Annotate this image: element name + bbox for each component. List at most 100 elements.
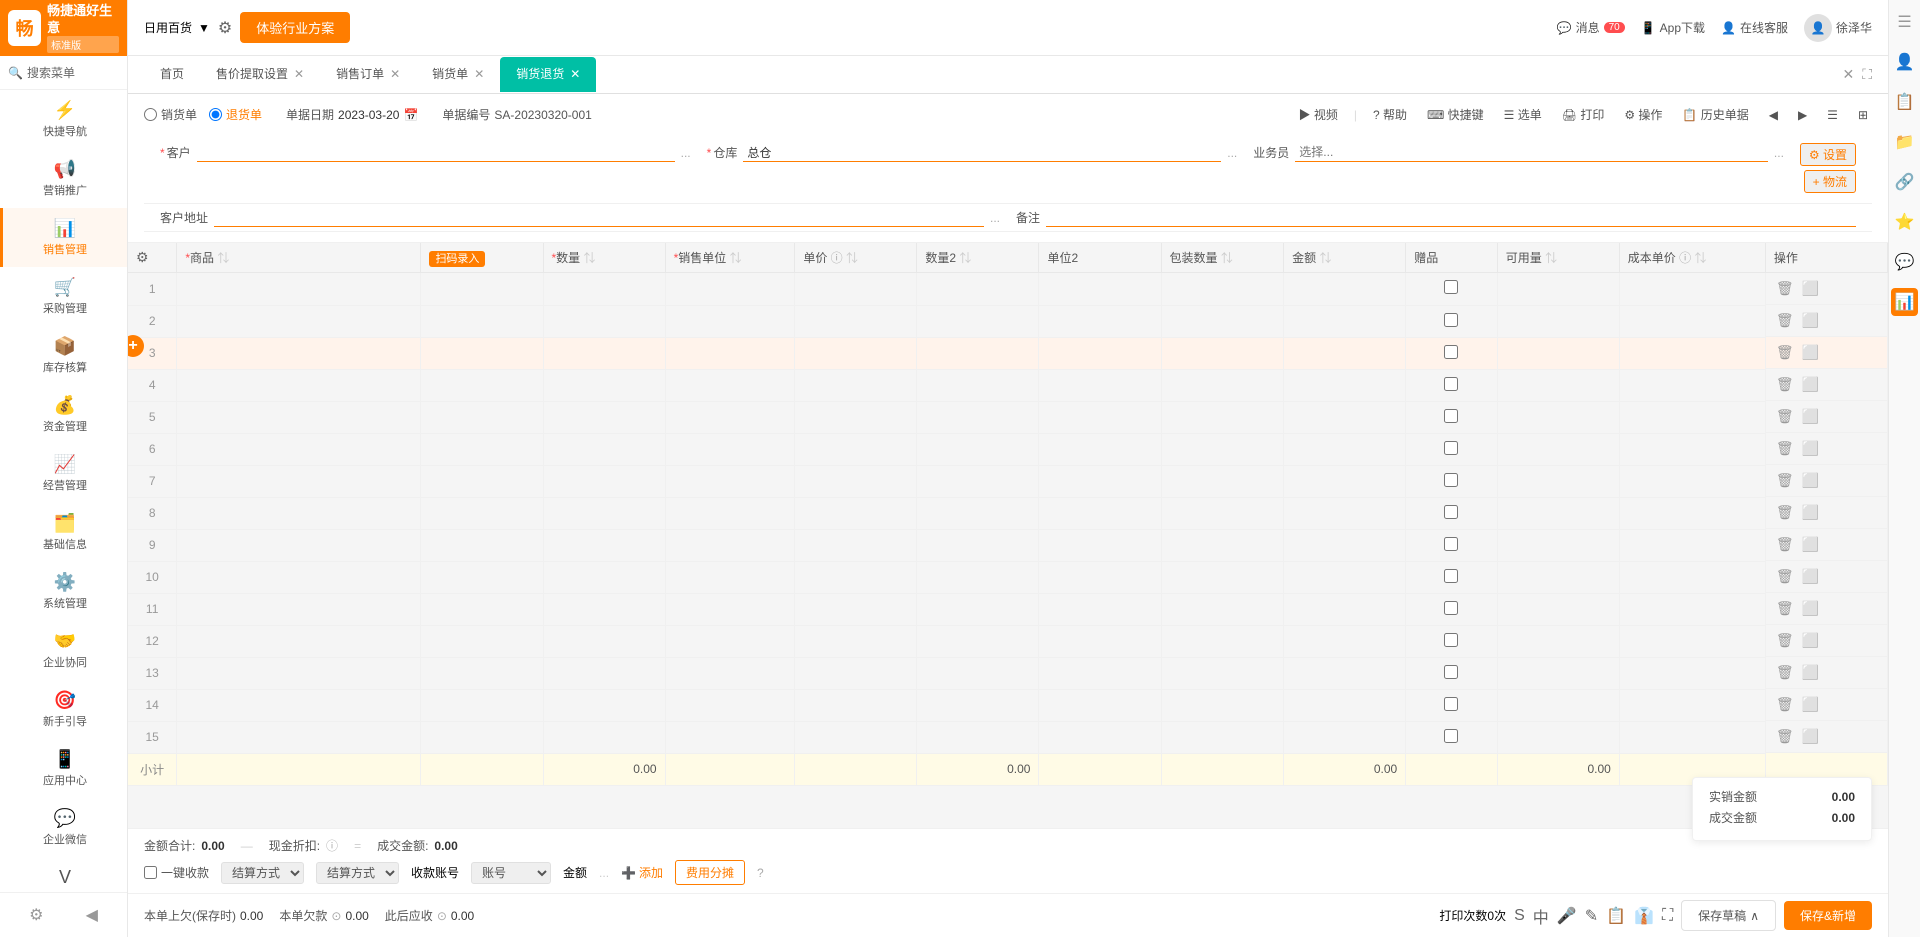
action-select[interactable]: ☰ 选单 [1500,104,1546,125]
warehouse-input[interactable] [743,143,1221,162]
row-price-1[interactable] [795,273,917,306]
row-unit2-5[interactable] [1039,401,1161,433]
row-pkg-2[interactable] [1161,305,1284,337]
row-pkg-7[interactable] [1161,465,1284,497]
tab-price-settings-close[interactable]: ✕ [294,67,304,81]
row-unit-5[interactable] [665,401,795,433]
row-amount-4[interactable] [1284,369,1406,401]
row-unit-12[interactable] [665,625,795,657]
sidebar-collapse-btn[interactable]: ◀ [82,901,102,929]
row-avail-8[interactable] [1497,497,1619,529]
row-avail-7[interactable] [1497,465,1619,497]
row-unit2-11[interactable] [1039,593,1161,625]
row-unit-9[interactable] [665,529,795,561]
doc-settings-btn[interactable]: ⚙ 设置 [1800,143,1856,166]
split-btn[interactable]: 费用分摊 [675,860,745,885]
row-qty2-7[interactable] [917,465,1039,497]
row-amount-15[interactable] [1284,721,1406,753]
row-cost-13[interactable] [1619,657,1765,689]
cost-info-icon[interactable]: ⓘ [1679,251,1691,265]
row-unit-8[interactable] [665,497,795,529]
row-product-8[interactable] [177,497,421,529]
gift-checkbox-2[interactable] [1444,313,1458,327]
gift-checkbox-13[interactable] [1444,665,1458,679]
row-amount-14[interactable] [1284,689,1406,721]
row-gift-12[interactable] [1406,625,1498,657]
tab-home[interactable]: 首页 [144,57,200,92]
col-settings-icon[interactable]: ⚙ [136,249,149,265]
account-select[interactable]: 账号 [471,862,551,884]
row-copy-8[interactable]: ⬜ [1800,502,1821,523]
row-qty-1[interactable] [543,273,665,306]
row-delete-3[interactable]: 🗑 [1774,342,1796,363]
row-unit2-13[interactable] [1039,657,1161,689]
calc-select[interactable]: 结算方式 [316,862,399,884]
row-product-15[interactable] [177,721,421,753]
row-product-5[interactable] [177,401,421,433]
sidebar-item-finance[interactable]: 💰 资金管理 [0,385,127,444]
row-copy-11[interactable]: ⬜ [1800,598,1821,619]
row-pkg-15[interactable] [1161,721,1284,753]
row-qty2-3[interactable] [917,337,1039,369]
sidebar-item-system[interactable]: ⚙️ 系统管理 [0,562,127,621]
row-unit2-6[interactable] [1039,433,1161,465]
toolbar-icon-3[interactable]: 🎤 [1557,906,1577,926]
gift-checkbox-7[interactable] [1444,473,1458,487]
row-pkg-9[interactable] [1161,529,1284,561]
row-avail-15[interactable] [1497,721,1619,753]
row-qty-7[interactable] [543,465,665,497]
row-product-6[interactable] [177,433,421,465]
row-unit2-15[interactable] [1039,721,1161,753]
row-cost-6[interactable] [1619,433,1765,465]
app-download-btn[interactable]: 📱 App下载 [1641,19,1705,36]
nav-next-btn[interactable]: ▶ [1794,106,1811,124]
row-unit-2[interactable] [665,305,795,337]
sidebar-item-shortcuts[interactable]: ⚡ 快捷导航 [0,90,127,149]
row-qty2-12[interactable] [917,625,1039,657]
salesperson-dots[interactable]: ... [1774,146,1784,160]
row-delete-11[interactable]: 🗑 [1774,598,1796,619]
row-delete-9[interactable]: 🗑 [1774,534,1796,555]
row-avail-6[interactable] [1497,433,1619,465]
gift-checkbox-5[interactable] [1444,409,1458,423]
gift-checkbox-1[interactable] [1444,280,1458,294]
row-unit2-8[interactable] [1039,497,1161,529]
row-delete-12[interactable]: 🗑 [1774,630,1796,651]
gift-checkbox-8[interactable] [1444,505,1458,519]
row-cost-9[interactable] [1619,529,1765,561]
row-price-2[interactable] [795,305,917,337]
row-pkg-14[interactable] [1161,689,1284,721]
row-delete-2[interactable]: 🗑 [1774,310,1796,331]
row-product-12[interactable] [177,625,421,657]
row-pkg-12[interactable] [1161,625,1284,657]
message-btn[interactable]: 💬 消息 70 [1557,19,1625,36]
product-input-3[interactable] [185,346,412,360]
row-avail-10[interactable] [1497,561,1619,593]
row-product-4[interactable] [177,369,421,401]
row-cost-14[interactable] [1619,689,1765,721]
row-price-13[interactable] [795,657,917,689]
sidebar-item-member[interactable]: V 畅会员 [0,857,127,892]
row-gift-10[interactable] [1406,561,1498,593]
row-qty2-9[interactable] [917,529,1039,561]
calendar-icon[interactable]: 📅 [403,108,418,122]
sidebar-item-purchase[interactable]: 🛒 采购管理 [0,267,127,326]
tab-sales-return[interactable]: 销货退货 ✕ [500,57,596,92]
row-product-3[interactable] [177,337,421,369]
row-delete-13[interactable]: 🗑 [1774,662,1796,683]
row-delete-6[interactable]: 🗑 [1774,438,1796,459]
row-price-12[interactable] [795,625,917,657]
discount-info-icon[interactable]: ⓘ [326,837,338,854]
row-delete-14[interactable]: 🗑 [1774,694,1796,715]
price-info-icon[interactable]: ⓘ [831,251,843,265]
tab-sales-order-close[interactable]: ✕ [390,67,400,81]
save-new-btn[interactable]: 保存&新增 [1784,901,1872,930]
toolbar-icon-7[interactable]: ⛶ [1662,907,1673,925]
row-qty-10[interactable] [543,561,665,593]
row-gift-5[interactable] [1406,401,1498,433]
row-gift-13[interactable] [1406,657,1498,689]
row-copy-7[interactable]: ⬜ [1800,470,1821,491]
row-unit2-10[interactable] [1039,561,1161,593]
address-dots[interactable]: ... [990,211,1000,225]
window-expand-btn[interactable]: ⛶ [1862,66,1872,83]
